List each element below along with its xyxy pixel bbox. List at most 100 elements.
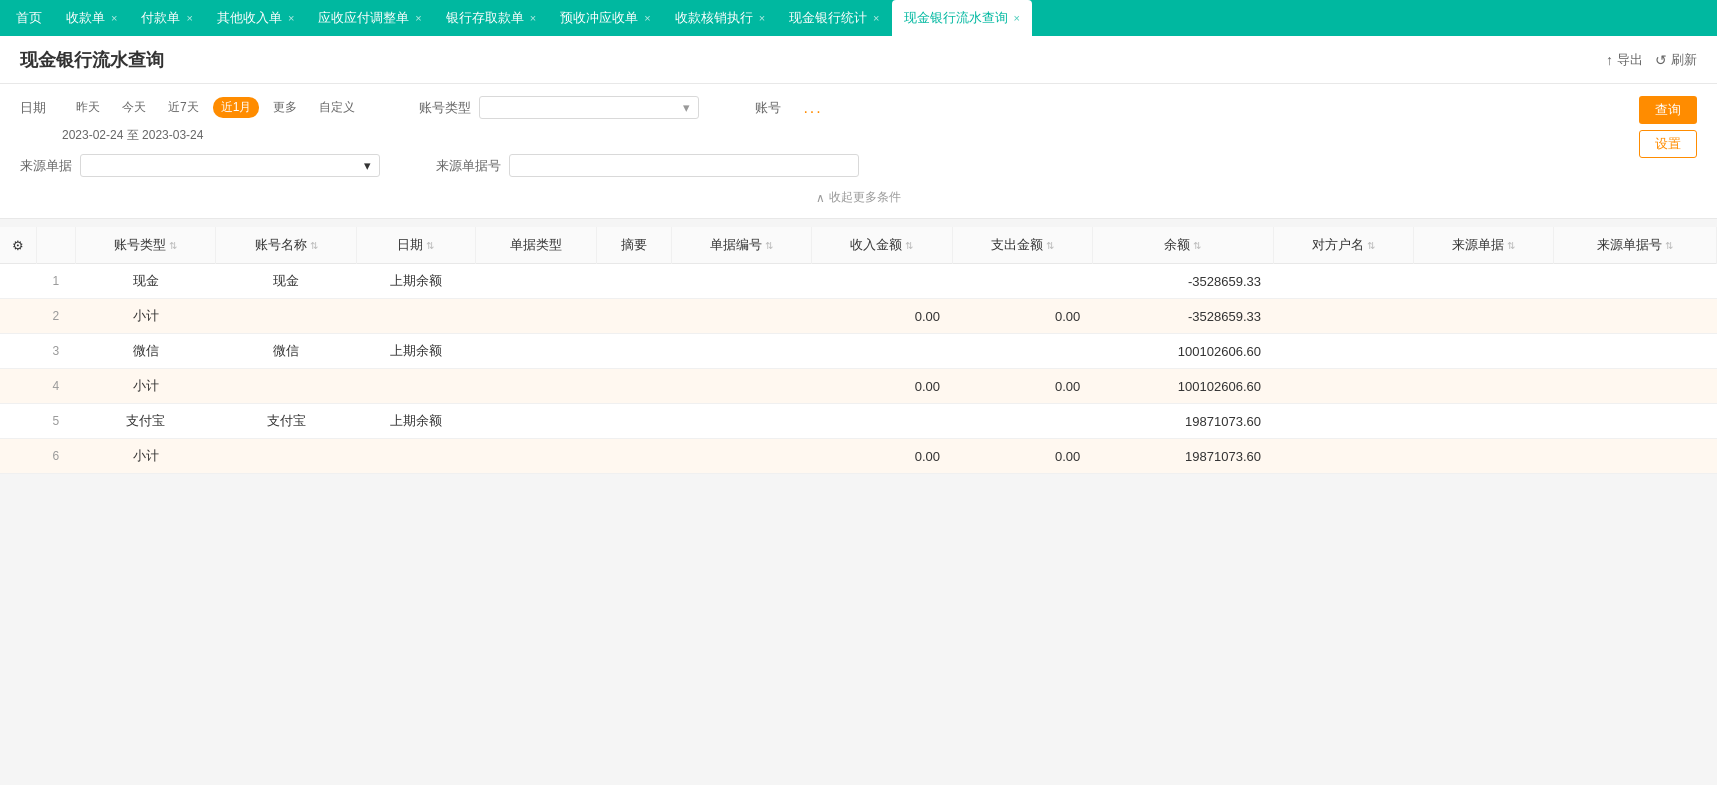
close-cash-bank-flow-icon[interactable]: × — [1014, 12, 1020, 24]
date-opt-7days[interactable]: 近7天 — [160, 97, 207, 118]
account-type-select[interactable]: ▾ — [479, 96, 699, 119]
row-account-name-cell: 现金 — [216, 264, 356, 299]
source-doc-num-label: 来源单据号 — [436, 157, 501, 175]
sort-account-type-icon: ⇅ — [169, 240, 177, 251]
refresh-button[interactable]: ↺ 刷新 — [1655, 51, 1697, 69]
row-account-name-cell: 微信 — [216, 334, 356, 369]
col-settings[interactable]: ⚙ — [0, 227, 36, 264]
row-counterpart-cell — [1273, 334, 1413, 369]
close-collection-exec-icon[interactable]: × — [759, 12, 765, 24]
table-gear-icon[interactable]: ⚙ — [12, 238, 24, 253]
export-button[interactable]: ↑ 导出 — [1606, 51, 1643, 69]
export-icon: ↑ — [1606, 52, 1613, 68]
row-source-doc-cell — [1413, 439, 1553, 474]
nav-item-payment[interactable]: 付款单 × — [129, 0, 204, 36]
col-summary[interactable]: 摘要 — [596, 227, 671, 264]
source-doc-filter-group: 来源单据 ▾ — [20, 154, 380, 177]
row-source-doc-num-cell — [1553, 369, 1716, 404]
query-button[interactable]: 查询 — [1639, 96, 1697, 124]
row-expense-cell — [952, 404, 1092, 439]
table-row[interactable]: 5支付宝支付宝上期余额19871073.60 — [0, 404, 1717, 439]
col-income[interactable]: 收入金额⇅ — [812, 227, 952, 264]
row-income-cell — [812, 404, 952, 439]
col-account-name[interactable]: 账号名称⇅ — [216, 227, 356, 264]
nav-item-receipt[interactable]: 收款单 × — [54, 0, 129, 36]
row-balance-cell: -3528659.33 — [1092, 264, 1273, 299]
date-opt-1month[interactable]: 近1月 — [213, 97, 260, 118]
row-num-cell: 6 — [36, 439, 76, 474]
close-ar-ap-adjust-icon[interactable]: × — [415, 12, 421, 24]
filter-row-2: 来源单据 ▾ 来源单据号 — [20, 154, 1623, 177]
nav-item-bank-deposit[interactable]: 银行存取款单 × — [434, 0, 548, 36]
source-doc-num-input[interactable] — [509, 154, 859, 177]
filter-row-1: 日期 昨天 今天 近7天 近1月 更多 自定义 账号类型 ▾ — [20, 96, 1623, 119]
row-income-cell: 0.00 — [812, 369, 952, 404]
col-expense[interactable]: 支出金额⇅ — [952, 227, 1092, 264]
col-source-doc[interactable]: 来源单据⇅ — [1413, 227, 1553, 264]
row-income-cell — [812, 264, 952, 299]
source-doc-chevron-icon: ▾ — [364, 158, 371, 173]
close-other-income-icon[interactable]: × — [288, 12, 294, 24]
col-doc-type[interactable]: 单据类型 — [475, 227, 596, 264]
col-date[interactable]: 日期⇅ — [356, 227, 475, 264]
date-opt-custom[interactable]: 自定义 — [311, 97, 363, 118]
row-doc-type-cell — [475, 404, 596, 439]
nav-item-prepay-flush[interactable]: 预收冲应收单 × — [548, 0, 662, 36]
table-row[interactable]: 6小计0.000.0019871073.60 — [0, 439, 1717, 474]
date-opt-more[interactable]: 更多 — [265, 97, 305, 118]
date-opt-today[interactable]: 今天 — [114, 97, 154, 118]
filter-area: 日期 昨天 今天 近7天 近1月 更多 自定义 账号类型 ▾ — [0, 84, 1717, 219]
row-settings-cell — [0, 299, 36, 334]
row-doc-type-cell — [475, 299, 596, 334]
source-doc-select[interactable]: ▾ — [80, 154, 380, 177]
close-prepay-flush-icon[interactable]: × — [644, 12, 650, 24]
sort-income-icon: ⇅ — [905, 240, 913, 251]
row-doc-type-cell — [475, 264, 596, 299]
row-account-name-cell — [216, 439, 356, 474]
right-buttons: 查询 设置 — [1639, 96, 1697, 158]
row-source-doc-cell — [1413, 299, 1553, 334]
table-row[interactable]: 4小计0.000.00100102606.60 — [0, 369, 1717, 404]
account-type-label: 账号类型 — [419, 99, 471, 117]
col-doc-num[interactable]: 单据编号⇅ — [672, 227, 812, 264]
table-row[interactable]: 2小计0.000.00-3528659.33 — [0, 299, 1717, 334]
row-income-cell — [812, 334, 952, 369]
nav-item-cash-bank-stat[interactable]: 现金银行统计 × — [777, 0, 891, 36]
nav-item-cash-bank-flow[interactable]: 现金银行流水查询 × — [892, 0, 1032, 36]
refresh-icon: ↺ — [1655, 52, 1667, 68]
nav-item-home[interactable]: 首页 — [4, 0, 54, 36]
collapse-icon: ∧ — [816, 191, 825, 205]
row-num-cell: 1 — [36, 264, 76, 299]
header-bar: 现金银行流水查询 ↑ 导出 ↺ 刷新 — [0, 36, 1717, 84]
close-bank-deposit-icon[interactable]: × — [530, 12, 536, 24]
row-summary-cell — [596, 299, 671, 334]
col-balance[interactable]: 余额⇅ — [1092, 227, 1273, 264]
row-balance-cell: 19871073.60 — [1092, 404, 1273, 439]
row-source-doc-cell — [1413, 369, 1553, 404]
account-filter-group: 账号 ... — [755, 99, 822, 117]
row-date-cell: 上期余额 — [356, 334, 475, 369]
row-settings-cell — [0, 439, 36, 474]
col-account-type[interactable]: 账号类型⇅ — [76, 227, 216, 264]
row-date-cell — [356, 299, 475, 334]
row-account-type-cell: 小计 — [76, 299, 216, 334]
nav-item-other-income[interactable]: 其他收入单 × — [205, 0, 306, 36]
row-source-doc-num-cell — [1553, 404, 1716, 439]
col-source-doc-num[interactable]: 来源单据号⇅ — [1553, 227, 1716, 264]
close-cash-bank-stat-icon[interactable]: × — [873, 12, 879, 24]
nav-item-ar-ap-adjust[interactable]: 应收应付调整单 × — [306, 0, 433, 36]
table-row[interactable]: 3微信微信上期余额100102606.60 — [0, 334, 1717, 369]
row-doc-num-cell — [672, 334, 812, 369]
table-container: ⚙ 账号类型⇅ 账号名称⇅ 日期⇅ 单据类型 摘要 — [0, 227, 1717, 474]
date-opt-yesterday[interactable]: 昨天 — [68, 97, 108, 118]
nav-item-collection-exec[interactable]: 收款核销执行 × — [663, 0, 777, 36]
close-receipt-icon[interactable]: × — [111, 12, 117, 24]
settings-button[interactable]: 设置 — [1639, 130, 1697, 158]
account-dots-button[interactable]: ... — [803, 99, 822, 117]
row-income-cell: 0.00 — [812, 439, 952, 474]
close-payment-icon[interactable]: × — [186, 12, 192, 24]
table-row[interactable]: 1现金现金上期余额-3528659.33 — [0, 264, 1717, 299]
table-header-row: ⚙ 账号类型⇅ 账号名称⇅ 日期⇅ 单据类型 摘要 — [0, 227, 1717, 264]
collapse-button[interactable]: ∧ 收起更多条件 — [816, 189, 901, 206]
col-counterpart[interactable]: 对方户名⇅ — [1273, 227, 1413, 264]
